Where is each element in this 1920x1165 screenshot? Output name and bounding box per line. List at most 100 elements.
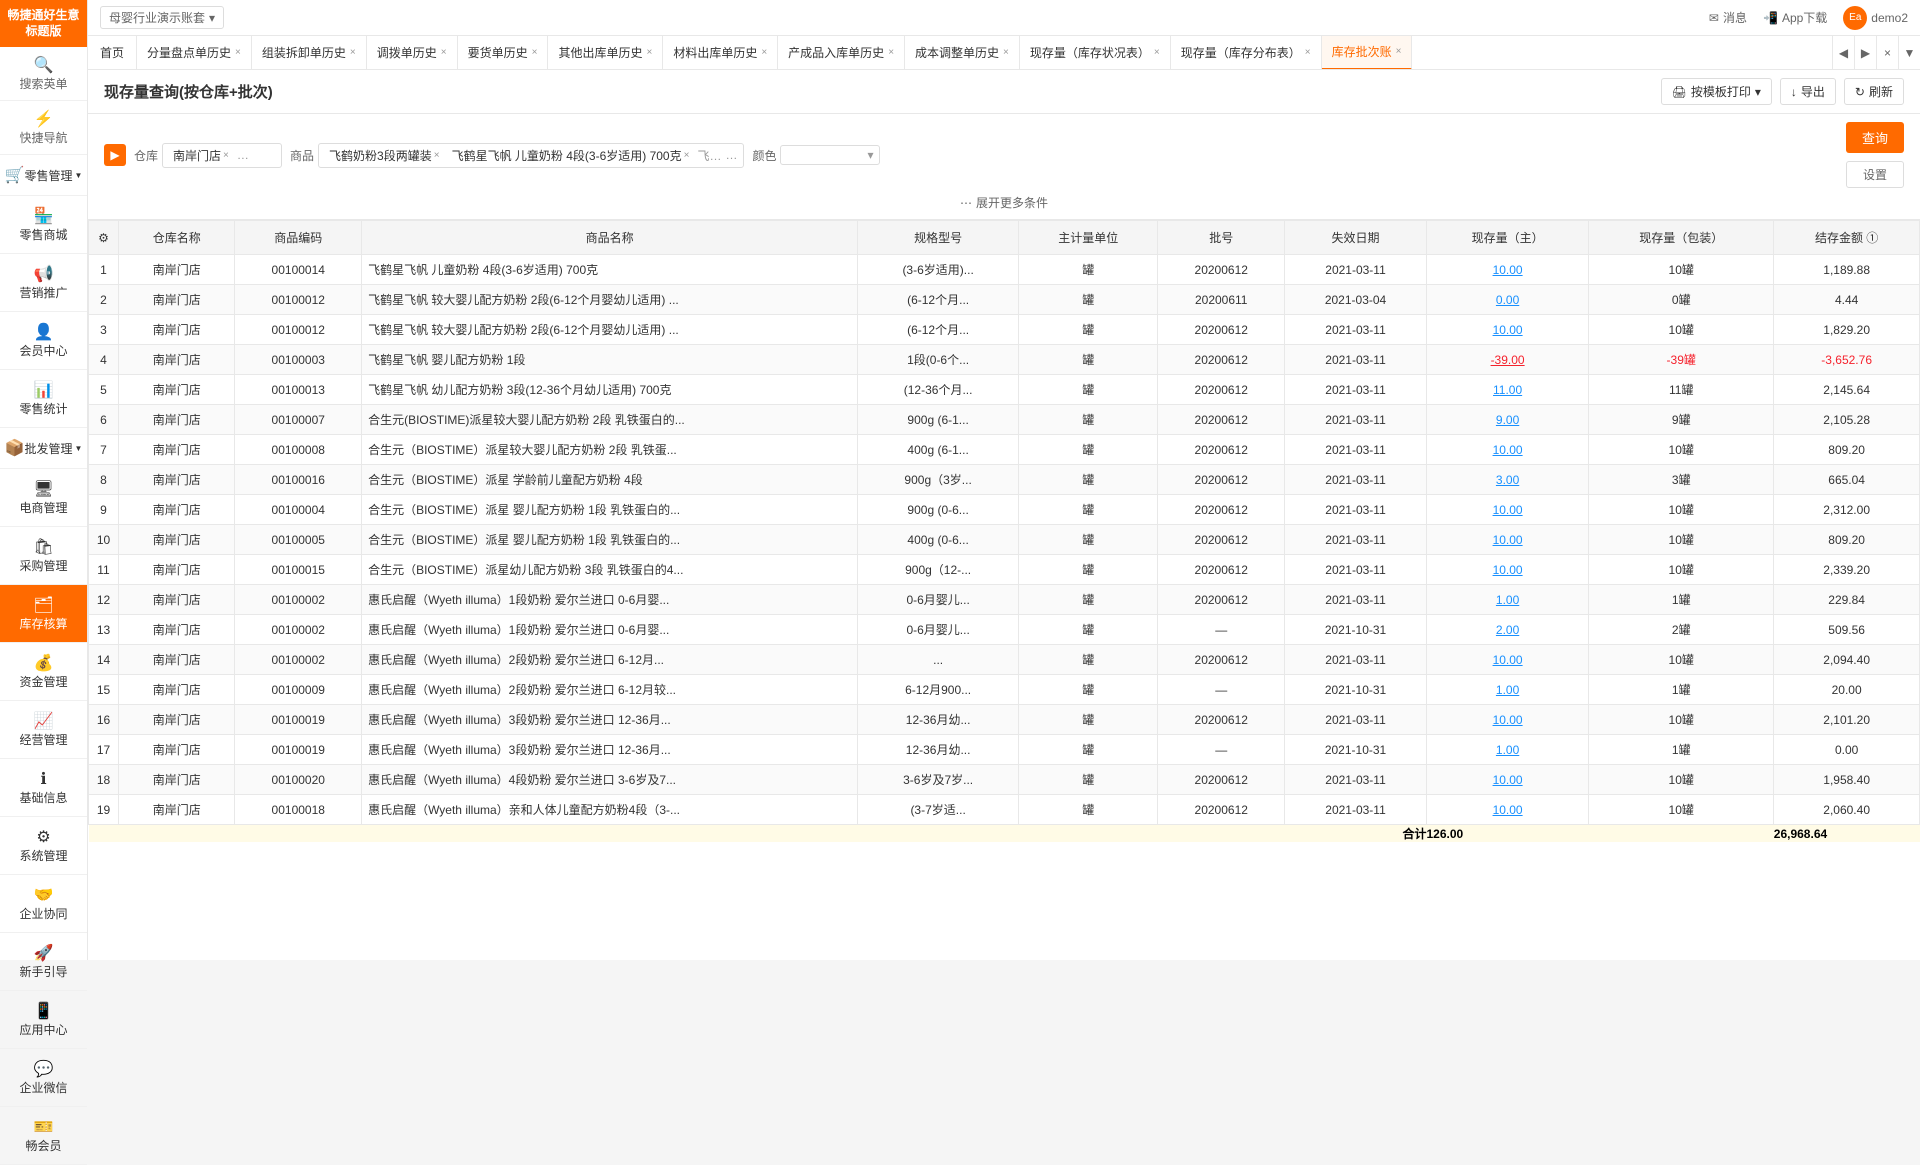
row-unit: 罐 <box>1019 465 1158 495</box>
row-amount: 2,105.28 <box>1774 405 1920 435</box>
row-qty-main[interactable]: 0.00 <box>1426 285 1588 315</box>
row-qty-main[interactable]: 10.00 <box>1426 435 1588 465</box>
sidebar-item-operations[interactable]: 📈 经营管理 <box>0 701 87 759</box>
settings-btn[interactable]: 设置 <box>1846 161 1904 188</box>
sidebar-item-quicknav[interactable]: ⚡ 快捷导航 <box>0 101 87 155</box>
product-filter-more-dots[interactable]: … <box>725 148 737 162</box>
row-qty-main[interactable]: -39.00 <box>1426 345 1588 375</box>
sidebar-item-members[interactable]: 👤 会员中心 <box>0 312 87 370</box>
tab-close-icon[interactable]: × <box>646 47 652 58</box>
tab-close-icon[interactable]: × <box>1396 46 1402 57</box>
sidebar-item-retail-management[interactable]: 🛒 零售管理 <box>0 155 87 196</box>
product-tag-2-close[interactable]: × <box>684 150 690 161</box>
app-download-btn[interactable]: 📲 App下载 <box>1763 9 1827 26</box>
table-area: ⚙ 仓库名称 商品编码 商品名称 规格型号 主计量单位 批号 失效日期 现存量（… <box>88 220 1920 960</box>
sidebar-item-retail-mall[interactable]: 🏪 零售商城 <box>0 196 87 254</box>
export-btn[interactable]: ↓ 导出 <box>1780 78 1836 105</box>
tab-close-icon[interactable]: × <box>1003 47 1009 58</box>
tab-close-icon[interactable]: × <box>235 47 241 58</box>
tab-close-icon[interactable]: × <box>1305 47 1311 58</box>
row-qty-pkg: 10罐 <box>1589 705 1774 735</box>
messages-btn[interactable]: ✉ 消息 <box>1709 9 1747 26</box>
sidebar-item-system[interactable]: ⚙ 系统管理 <box>0 817 87 875</box>
warehouse-filter-input[interactable]: 南岸门店 × … <box>162 143 282 168</box>
row-qty-main[interactable]: 10.00 <box>1426 795 1588 825</box>
tab-assembly-history[interactable]: 组装拆卸单历史 × <box>252 36 367 70</box>
row-qty-main[interactable]: 11.00 <box>1426 375 1588 405</box>
row-qty-main[interactable]: 10.00 <box>1426 765 1588 795</box>
color-dropdown-icon[interactable]: ▾ <box>867 148 873 162</box>
tab-inventory-status[interactable]: 现存量（库存状况表） × <box>1020 36 1171 70</box>
tab-close-icon[interactable]: × <box>441 47 447 58</box>
tab-production-inbound[interactable]: 产成品入库单历史 × <box>778 36 905 70</box>
sidebar-item-vip-member[interactable]: 🎫 畅会员 <box>0 1107 87 1165</box>
row-qty-main[interactable]: 10.00 <box>1426 255 1588 285</box>
row-expire: 2021-03-11 <box>1285 555 1427 585</box>
tab-home[interactable]: 首页 <box>88 36 137 70</box>
tab-outbound-history[interactable]: 其他出库单历史 × <box>548 36 663 70</box>
print-btn[interactable]: 🖨 按模板打印 ▾ <box>1661 78 1772 105</box>
tab-inventory-distribution[interactable]: 现存量（库存分布表） × <box>1171 36 1322 70</box>
row-qty-main[interactable]: 10.00 <box>1426 525 1588 555</box>
tab-transfer-history[interactable]: 调拨单历史 × <box>367 36 458 70</box>
tab-close-icon[interactable]: × <box>888 47 894 58</box>
sidebar-item-basic-info[interactable]: ℹ 基础信息 <box>0 759 87 817</box>
tab-order-history[interactable]: 要货单历史 × <box>458 36 549 70</box>
tab-material-outbound[interactable]: 材料出库单历史 × <box>663 36 778 70</box>
row-no: 18 <box>89 765 119 795</box>
warehouse-tag-close[interactable]: × <box>223 150 229 161</box>
tab-cost-adjustment[interactable]: 成本调整单历史 × <box>905 36 1020 70</box>
tab-close-icon[interactable]: × <box>1154 47 1160 58</box>
sidebar-item-ecommerce[interactable]: 🖥 电商管理 <box>0 469 87 527</box>
row-qty-main[interactable]: 1.00 <box>1426 735 1588 765</box>
sidebar-item-search[interactable]: 🔍 搜索英单 <box>0 47 87 101</box>
tab-batch-ledger[interactable]: 库存批次账 × <box>1322 36 1413 70</box>
user-profile[interactable]: Ea demo2 <box>1843 6 1908 30</box>
tab-prev-btn[interactable]: ◀ <box>1832 36 1854 70</box>
row-qty-main[interactable]: 9.00 <box>1426 405 1588 435</box>
query-btn[interactable]: 查询 <box>1846 122 1904 153</box>
row-qty-pkg: 10罐 <box>1589 435 1774 465</box>
sidebar-item-purchase[interactable]: 🛍 采购管理 <box>0 527 87 585</box>
tab-close-icon[interactable]: × <box>532 47 538 58</box>
row-qty-main[interactable]: 2.00 <box>1426 615 1588 645</box>
row-code: 00100003 <box>235 345 362 375</box>
product-more-label[interactable]: 飞… <box>697 147 721 164</box>
sidebar-item-app-center[interactable]: 📱 应用中心 <box>0 991 87 1049</box>
tab-next-btn[interactable]: ▶ <box>1854 36 1876 70</box>
tab-close-icon[interactable]: × <box>350 47 356 58</box>
col-settings[interactable]: ⚙ <box>89 221 119 255</box>
row-qty-main[interactable]: 10.00 <box>1426 705 1588 735</box>
refresh-btn[interactable]: ↻ 刷新 <box>1844 78 1904 105</box>
row-qty-main[interactable]: 1.00 <box>1426 585 1588 615</box>
row-unit: 罐 <box>1019 405 1158 435</box>
sidebar-item-inventory[interactable]: 🗂 库存核算 <box>0 585 87 643</box>
row-warehouse: 南岸门店 <box>119 315 235 345</box>
sidebar-item-retail-stats[interactable]: 📊 零售统计 <box>0 370 87 428</box>
tab-close-icon[interactable]: × <box>761 47 767 58</box>
sidebar-item-finance[interactable]: 💰 资金管理 <box>0 643 87 701</box>
color-filter-input[interactable]: ▾ <box>780 145 880 165</box>
tab-close-current-btn[interactable]: × <box>1876 36 1898 70</box>
row-qty-main[interactable]: 3.00 <box>1426 465 1588 495</box>
row-qty-main[interactable]: 10.00 <box>1426 645 1588 675</box>
filter-more-dots[interactable]: … <box>237 148 249 162</box>
row-qty-main[interactable]: 1.00 <box>1426 675 1588 705</box>
sidebar-item-enterprise-collab[interactable]: 🤝 企业协同 <box>0 875 87 933</box>
sidebar-item-newbie-guide[interactable]: 🚀 新手引导 <box>0 933 87 991</box>
row-unit: 罐 <box>1019 555 1158 585</box>
row-qty-main[interactable]: 10.00 <box>1426 315 1588 345</box>
expand-more-btn[interactable]: ⋯ 展开更多条件 <box>960 194 1048 211</box>
product-filter-input[interactable]: 飞鹤奶粉3段两罐装 × 飞鹤星飞帆 儿童奶粉 4段(3-6岁适用) 700克 ×… <box>318 143 744 168</box>
product-tag-1-close[interactable]: × <box>434 150 440 161</box>
row-qty-main[interactable]: 10.00 <box>1426 555 1588 585</box>
sidebar-item-marketing[interactable]: 📢 营销推广 <box>0 254 87 312</box>
account-dropdown[interactable]: 母婴行业演示账套 ▾ <box>100 6 224 29</box>
sidebar-item-wholesale[interactable]: 📦 批发管理 <box>0 428 87 469</box>
sidebar-item-enterprise-wechat[interactable]: 💬 企业微信 <box>0 1049 87 1107</box>
filter-expand-btn[interactable]: ▶ <box>104 144 126 166</box>
row-qty-main[interactable]: 10.00 <box>1426 495 1588 525</box>
row-amount: 1,958.40 <box>1774 765 1920 795</box>
tab-split-history[interactable]: 分量盘点单历史 × <box>137 36 252 70</box>
tab-menu-btn[interactable]: ▼ <box>1898 36 1920 70</box>
